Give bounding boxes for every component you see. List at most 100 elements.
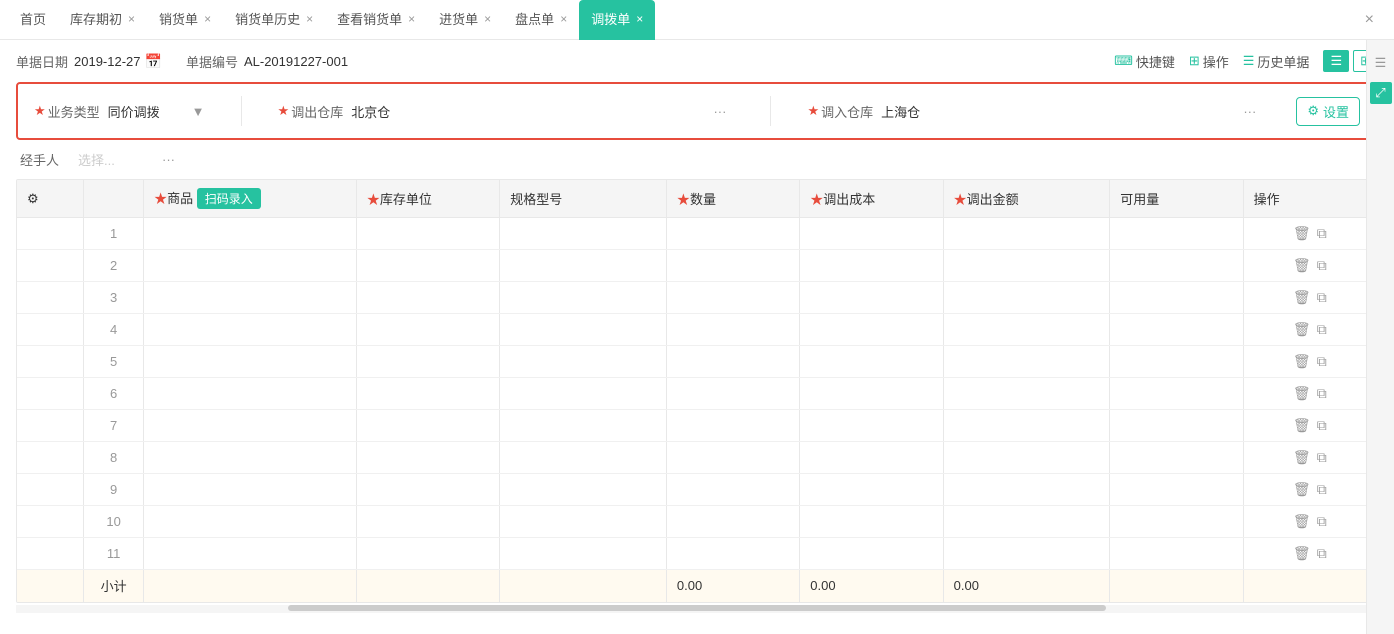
row-unit-8[interactable] bbox=[356, 442, 499, 474]
row-amount-10[interactable] bbox=[943, 506, 1110, 538]
tab-sales-order[interactable]: 销货单 × bbox=[147, 0, 223, 40]
operations-button[interactable]: ⊞ 操作 bbox=[1189, 52, 1229, 71]
row-qty-6[interactable] bbox=[666, 378, 799, 410]
in-warehouse-more[interactable]: ··· bbox=[1235, 104, 1264, 119]
row-qty-8[interactable] bbox=[666, 442, 799, 474]
row-cost-1[interactable] bbox=[800, 218, 943, 250]
row-amount-2[interactable] bbox=[943, 250, 1110, 282]
row-qty-3[interactable] bbox=[666, 282, 799, 314]
shortcuts-button[interactable]: ⌨ 快捷键 bbox=[1114, 52, 1175, 71]
row-product-1[interactable] bbox=[144, 218, 357, 250]
row-spec-4[interactable] bbox=[500, 314, 667, 346]
row-product-9[interactable] bbox=[144, 474, 357, 506]
row-available-1[interactable] bbox=[1110, 218, 1243, 250]
row-amount-8[interactable] bbox=[943, 442, 1110, 474]
row-delete-10-icon[interactable]: 🗑 bbox=[1293, 513, 1311, 530]
row-product-5[interactable] bbox=[144, 346, 357, 378]
row-available-8[interactable] bbox=[1110, 442, 1243, 474]
row-unit-4[interactable] bbox=[356, 314, 499, 346]
tab-inventory-init-close[interactable]: × bbox=[128, 12, 135, 26]
sidebar-notes-icon[interactable]: ☰ bbox=[1370, 52, 1392, 74]
row-amount-6[interactable] bbox=[943, 378, 1110, 410]
handler-value[interactable]: 选择... bbox=[78, 150, 158, 169]
row-delete-4-icon[interactable]: 🗑 bbox=[1293, 321, 1311, 338]
row-spec-2[interactable] bbox=[500, 250, 667, 282]
row-available-3[interactable] bbox=[1110, 282, 1243, 314]
row-amount-9[interactable] bbox=[943, 474, 1110, 506]
tab-sales-history[interactable]: 销货单历史 × bbox=[223, 0, 325, 40]
row-delete-7-icon[interactable]: 🗑 bbox=[1293, 417, 1311, 434]
row-unit-3[interactable] bbox=[356, 282, 499, 314]
row-cost-5[interactable] bbox=[800, 346, 943, 378]
row-available-4[interactable] bbox=[1110, 314, 1243, 346]
col-header-gear[interactable]: ⚙ bbox=[17, 180, 84, 218]
row-spec-11[interactable] bbox=[500, 538, 667, 570]
row-unit-6[interactable] bbox=[356, 378, 499, 410]
window-close-button[interactable]: × bbox=[1353, 11, 1386, 29]
tab-transfer-close[interactable]: × bbox=[636, 12, 643, 26]
tab-sales-history-close[interactable]: × bbox=[306, 12, 313, 26]
row-available-10[interactable] bbox=[1110, 506, 1243, 538]
row-product-2[interactable] bbox=[144, 250, 357, 282]
row-spec-6[interactable] bbox=[500, 378, 667, 410]
tab-stocktake[interactable]: 盘点单 × bbox=[503, 0, 579, 40]
row-unit-5[interactable] bbox=[356, 346, 499, 378]
row-copy-8-icon[interactable]: ⧉ bbox=[1317, 449, 1327, 466]
row-delete-1-icon[interactable]: 🗑 bbox=[1293, 225, 1311, 242]
tab-transfer[interactable]: 调拨单 × bbox=[579, 0, 655, 40]
row-available-2[interactable] bbox=[1110, 250, 1243, 282]
calendar-icon[interactable]: 📅 bbox=[145, 53, 162, 70]
row-copy-7-icon[interactable]: ⧉ bbox=[1317, 417, 1327, 434]
row-copy-2-icon[interactable]: ⧉ bbox=[1317, 257, 1327, 274]
out-warehouse-more[interactable]: ··· bbox=[705, 104, 734, 119]
tab-inventory-init[interactable]: 库存期初 × bbox=[58, 0, 147, 40]
row-cost-2[interactable] bbox=[800, 250, 943, 282]
business-type-value[interactable]: 同价调拨 bbox=[108, 102, 188, 121]
row-amount-3[interactable] bbox=[943, 282, 1110, 314]
row-available-7[interactable] bbox=[1110, 410, 1243, 442]
layout-list-button[interactable]: ☰ bbox=[1323, 50, 1349, 72]
row-product-10[interactable] bbox=[144, 506, 357, 538]
sidebar-expand-icon[interactable]: ⤢ bbox=[1370, 82, 1392, 104]
row-qty-9[interactable] bbox=[666, 474, 799, 506]
row-qty-4[interactable] bbox=[666, 314, 799, 346]
row-product-7[interactable] bbox=[144, 410, 357, 442]
row-cost-4[interactable] bbox=[800, 314, 943, 346]
tab-view-sales[interactable]: 查看销货单 × bbox=[325, 0, 427, 40]
row-spec-3[interactable] bbox=[500, 282, 667, 314]
row-qty-7[interactable] bbox=[666, 410, 799, 442]
row-qty-10[interactable] bbox=[666, 506, 799, 538]
row-cost-9[interactable] bbox=[800, 474, 943, 506]
row-amount-11[interactable] bbox=[943, 538, 1110, 570]
row-delete-8-icon[interactable]: 🗑 bbox=[1293, 449, 1311, 466]
row-cost-6[interactable] bbox=[800, 378, 943, 410]
row-qty-2[interactable] bbox=[666, 250, 799, 282]
row-product-11[interactable] bbox=[144, 538, 357, 570]
row-unit-1[interactable] bbox=[356, 218, 499, 250]
row-cost-10[interactable] bbox=[800, 506, 943, 538]
row-product-6[interactable] bbox=[144, 378, 357, 410]
handler-more[interactable]: ··· bbox=[162, 152, 175, 167]
row-copy-10-icon[interactable]: ⧉ bbox=[1317, 513, 1327, 530]
row-spec-7[interactable] bbox=[500, 410, 667, 442]
row-available-9[interactable] bbox=[1110, 474, 1243, 506]
row-amount-1[interactable] bbox=[943, 218, 1110, 250]
row-amount-4[interactable] bbox=[943, 314, 1110, 346]
row-product-4[interactable] bbox=[144, 314, 357, 346]
tab-sales-order-close[interactable]: × bbox=[204, 12, 211, 26]
row-spec-1[interactable] bbox=[500, 218, 667, 250]
row-unit-7[interactable] bbox=[356, 410, 499, 442]
settings-button[interactable]: ⚙ 设置 bbox=[1296, 97, 1360, 126]
row-spec-9[interactable] bbox=[500, 474, 667, 506]
row-copy-5-icon[interactable]: ⧉ bbox=[1317, 353, 1327, 370]
in-warehouse-value[interactable]: 上海仓 bbox=[881, 102, 941, 121]
row-cost-7[interactable] bbox=[800, 410, 943, 442]
row-product-3[interactable] bbox=[144, 282, 357, 314]
row-copy-1-icon[interactable]: ⧉ bbox=[1317, 225, 1327, 242]
row-cost-3[interactable] bbox=[800, 282, 943, 314]
row-cost-11[interactable] bbox=[800, 538, 943, 570]
tab-view-sales-close[interactable]: × bbox=[408, 12, 415, 26]
row-unit-11[interactable] bbox=[356, 538, 499, 570]
history-button[interactable]: ☰ 历史单据 bbox=[1243, 52, 1310, 71]
tab-home[interactable]: 首页 bbox=[8, 0, 58, 40]
